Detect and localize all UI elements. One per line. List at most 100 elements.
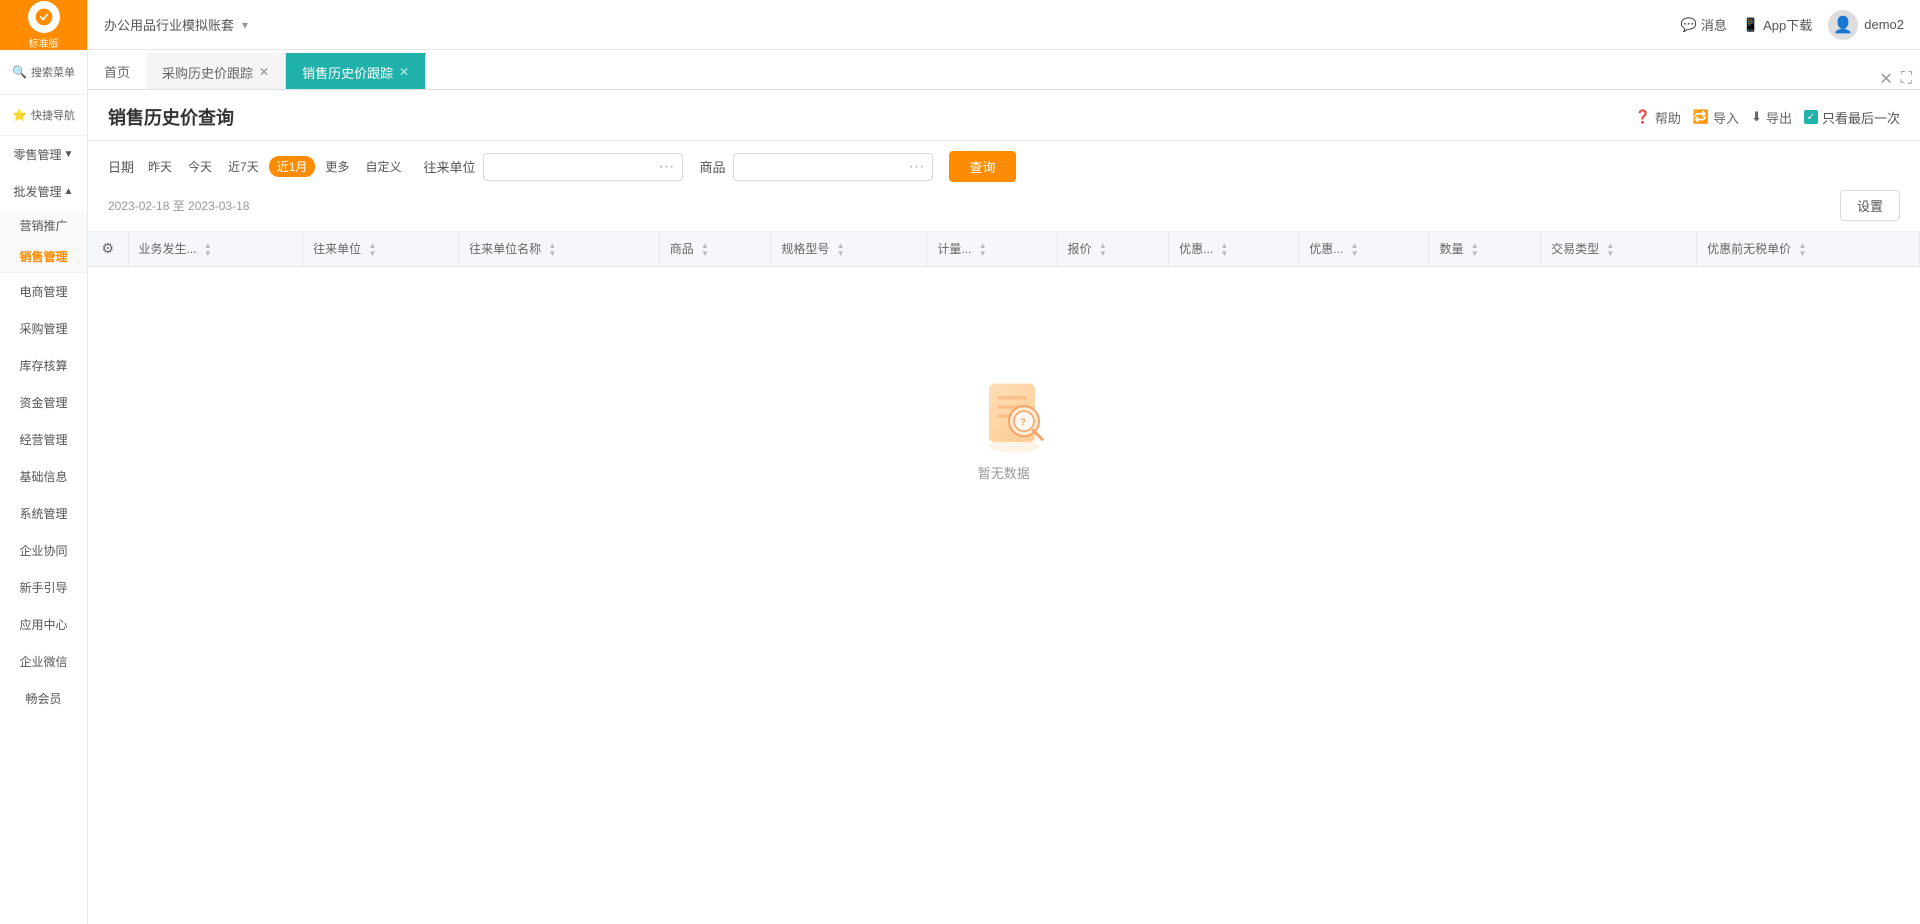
topbar-right: 💬 消息 📱 App下载 👤 demo2 [1681, 10, 1904, 40]
table-col-pretax-price[interactable]: 优惠前无税单价 ▲▼ [1697, 232, 1920, 266]
sort-icons-partner-name: ▲▼ [549, 242, 557, 258]
col-unit-label: 计量... [937, 242, 971, 256]
topbar-title: 办公用品行业模拟账套 [104, 15, 234, 34]
sidebar-item-guide[interactable]: 新手引导 [0, 569, 87, 606]
date-btn-custom[interactable]: 自定义 [359, 156, 407, 177]
tab-purchase-close-icon[interactable]: ✕ [259, 65, 269, 79]
sort-icons-discount2: ▲▼ [1351, 242, 1359, 258]
app-download-icon: 📱 [1743, 17, 1759, 33]
table-container: ⚙ 业务发生... ▲▼ 往来单位 ▲▼ 往来单位名称 ▲▼ [88, 232, 1920, 924]
table-col-biz-date[interactable]: 业务发生... ▲▼ [128, 232, 303, 266]
sidebar-item-apps[interactable]: 应用中心 [0, 606, 87, 643]
sidebar-subitem-marketing[interactable]: 营销推广 [0, 210, 87, 241]
goods-input[interactable]: ··· [733, 153, 933, 181]
nav-icon: ⭐ [12, 108, 27, 122]
col-goods-label: 商品 [670, 242, 694, 256]
tab-close-button[interactable]: ✕ [1879, 69, 1892, 89]
sidebar-item-ecommerce[interactable]: 电商管理 [0, 273, 87, 310]
date-btn-more[interactable]: 更多 [319, 156, 355, 177]
page-title: 销售历史价查询 [108, 104, 234, 130]
date-filter: 日期 昨天 今天 近7天 近1月 更多 自定义 [108, 156, 407, 177]
date-range-text: 2023-02-18 至 2023-03-18 [108, 197, 249, 214]
sidebar-item-basic[interactable]: 基础信息 [0, 458, 87, 495]
table-col-partner-name[interactable]: 往来单位名称 ▲▼ [459, 232, 660, 266]
sidebar-subitem-sales-mgmt[interactable]: 销售管理 [0, 241, 87, 272]
only-last-checkbox[interactable]: ✓ 只看最后一次 [1804, 108, 1900, 127]
col-discount2-label: 优惠... [1309, 242, 1343, 256]
table-col-spec[interactable]: 规格型号 ▲▼ [771, 232, 927, 266]
table-col-trade-type[interactable]: 交易类型 ▲▼ [1541, 232, 1697, 266]
tab-fullscreen-button[interactable]: ⛶ [1901, 70, 1912, 88]
date-btn-yesterday[interactable]: 昨天 [142, 156, 178, 177]
tab-sales-close-icon[interactable]: ✕ [399, 65, 409, 79]
tab-purchase-history[interactable]: 采购历史价跟踪 ✕ [146, 53, 286, 89]
wechat-label: 企业微信 [19, 653, 67, 670]
inventory-label: 库存核算 [19, 357, 67, 374]
import-action[interactable]: 🔁 导入 [1693, 108, 1739, 127]
sidebar-search-item[interactable]: 🔍 搜索菜单 [10, 58, 77, 86]
table-header-row: ⚙ 业务发生... ▲▼ 往来单位 ▲▼ 往来单位名称 ▲▼ [88, 232, 1920, 266]
table-col-partner-code[interactable]: 往来单位 ▲▼ [303, 232, 459, 266]
topbar-user[interactable]: 👤 demo2 [1828, 10, 1904, 40]
table-col-settings[interactable]: ⚙ [88, 232, 128, 266]
table-col-discount1[interactable]: 优惠... ▲▼ [1169, 232, 1299, 266]
sidebar-search-section: 🔍 搜索菜单 [0, 50, 87, 95]
topbar-dropdown-icon[interactable]: ▾ [242, 18, 248, 32]
empty-state-cell: ? 暂无数据 [88, 266, 1920, 582]
sort-icons-trade-type: ▲▼ [1606, 242, 1614, 258]
table-col-quantity[interactable]: 数量 ▲▼ [1429, 232, 1541, 266]
topbar-app-label: App下载 [1763, 15, 1812, 34]
partner-ellipsis-icon[interactable]: ··· [658, 158, 674, 176]
sidebar-item-wechat[interactable]: 企业微信 [0, 643, 87, 680]
col-quote-label: 报价 [1068, 242, 1092, 256]
filter-row-2: 2023-02-18 至 2023-03-18 设置 [108, 190, 1900, 221]
sidebar-nav-item-shortcuts[interactable]: ⭐ 快捷导航 [0, 99, 87, 131]
sidebar-item-wholesale[interactable]: 批发管理 ▲ [0, 173, 87, 210]
table-col-goods[interactable]: 商品 ▲▼ [659, 232, 771, 266]
goods-ellipsis-icon[interactable]: ··· [909, 158, 925, 176]
gear-icon[interactable]: ⚙ [101, 240, 114, 256]
sidebar-item-inventory[interactable]: 库存核算 [0, 347, 87, 384]
topbar-message-label: 消息 [1701, 15, 1727, 34]
main-area: 办公用品行业模拟账套 ▾ 💬 消息 📱 App下载 👤 demo2 首页 [88, 0, 1920, 924]
sidebar-item-purchase[interactable]: 采购管理 [0, 310, 87, 347]
tab-sales-history[interactable]: 销售历史价跟踪 ✕ [286, 53, 426, 89]
sidebar-item-retail[interactable]: 零售管理 ▼ [0, 136, 87, 173]
date-btn-today[interactable]: 今天 [182, 156, 218, 177]
retail-label: 零售管理 [14, 146, 62, 163]
settings-button[interactable]: 设置 [1840, 190, 1900, 221]
goods-filter-label: 商品 [699, 157, 725, 176]
topbar-app-download-action[interactable]: 📱 App下载 [1743, 15, 1812, 34]
empty-illustration: ? [964, 367, 1064, 467]
sort-icons-biz-date: ▲▼ [204, 242, 212, 258]
table-col-discount2[interactable]: 优惠... ▲▼ [1299, 232, 1429, 266]
topbar-message-action[interactable]: 💬 消息 [1681, 15, 1727, 34]
tabs-bar: 首页 采购历史价跟踪 ✕ 销售历史价跟踪 ✕ ✕ ⛶ [88, 50, 1920, 90]
table-body: ? 暂无数据 [88, 266, 1920, 582]
export-action[interactable]: ⬇ 导出 [1751, 108, 1792, 127]
sidebar-item-operations[interactable]: 经营管理 [0, 421, 87, 458]
col-partner-code-label: 往来单位 [313, 242, 361, 256]
sidebar-menu: 零售管理 ▼ 批发管理 ▲ 营销推广 销售管理 电商管理 采购管理 [0, 136, 87, 924]
help-action[interactable]: ❓ 帮助 [1635, 108, 1681, 127]
table-col-quote[interactable]: 报价 ▲▼ [1057, 232, 1169, 266]
topbar: 办公用品行业模拟账套 ▾ 💬 消息 📱 App下载 👤 demo2 [88, 0, 1920, 50]
checkbox-label-text: 只看最后一次 [1822, 108, 1900, 127]
query-button[interactable]: 查询 [949, 151, 1015, 182]
tab-actions: ✕ ⛶ [1879, 69, 1920, 89]
empty-icon: ? [964, 367, 1044, 447]
goods-filter: 商品 ··· [699, 153, 933, 181]
date-btn-1month[interactable]: 近1月 [269, 156, 316, 177]
sidebar-item-finance[interactable]: 资金管理 [0, 384, 87, 421]
sort-icons-unit: ▲▼ [979, 242, 987, 258]
sidebar-item-enterprise[interactable]: 企业协同 [0, 532, 87, 569]
sidebar: 标准版 🔍 搜索菜单 ⭐ 快捷导航 零售管理 ▼ 批发管理 ▲ [0, 0, 88, 924]
sidebar-item-system[interactable]: 系统管理 [0, 495, 87, 532]
partner-input[interactable]: ··· [483, 153, 683, 181]
table-col-unit[interactable]: 计量... ▲▼ [927, 232, 1057, 266]
empty-state: ? 暂无数据 [88, 267, 1920, 582]
sidebar-item-member[interactable]: 畅会员 [0, 680, 87, 717]
date-btn-7days[interactable]: 近7天 [222, 156, 265, 177]
export-icon: ⬇ [1751, 109, 1762, 125]
tab-home[interactable]: 首页 [88, 53, 146, 89]
